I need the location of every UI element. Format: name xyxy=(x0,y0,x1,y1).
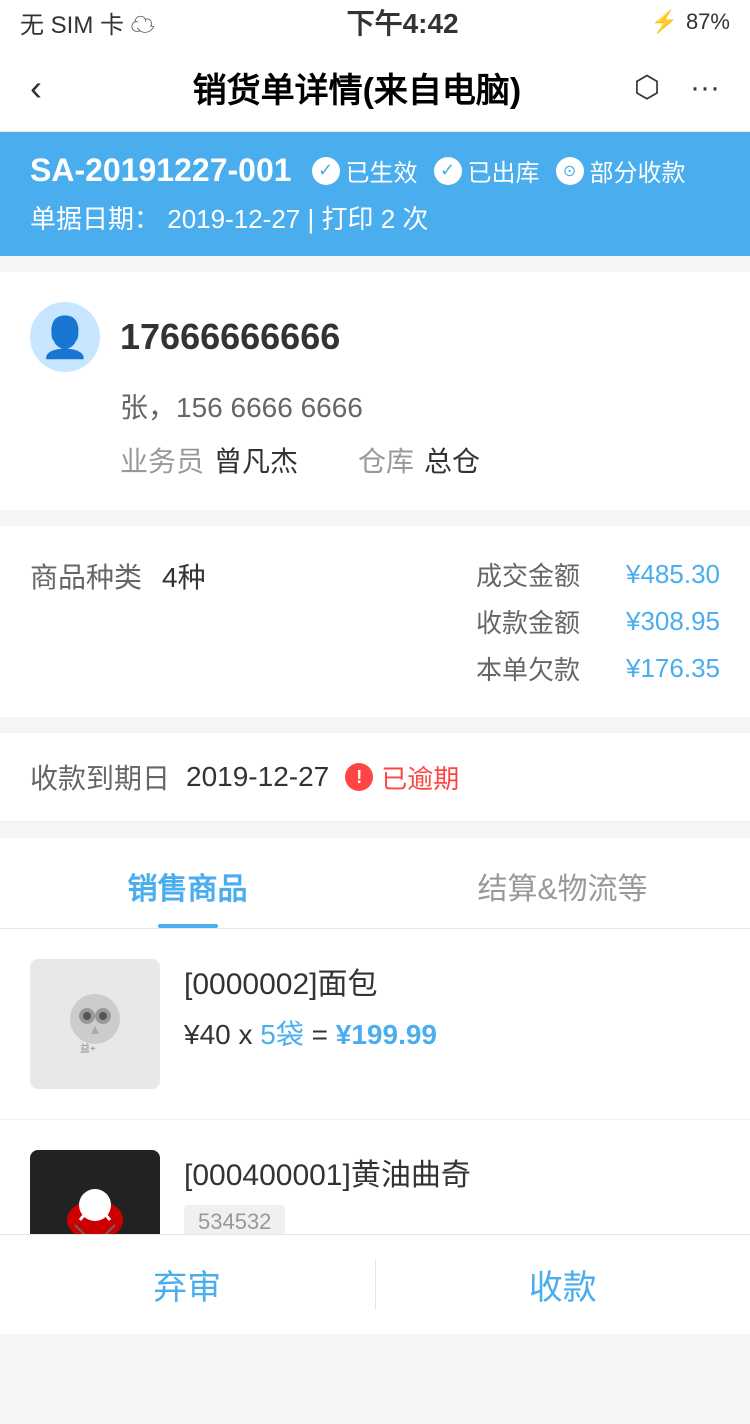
customer-row: 👤 17666666666 xyxy=(30,302,720,372)
debt-amount-row: 本单欠款 ¥176.35 xyxy=(476,650,720,687)
deal-amount-row: 成交金额 ¥485.30 xyxy=(476,556,720,593)
nav-bar: ‹ 销货单详情(来自电脑) ⬡ ··· xyxy=(0,44,750,132)
product-item-1: 益+ [0000002]面包 ¥40 x 5袋 = ¥199.99 xyxy=(0,929,750,1120)
product-image-owl: 益+ xyxy=(55,984,135,1064)
financial-stats: 成交金额 ¥485.30 收款金额 ¥308.95 本单欠款 ¥176.35 xyxy=(476,556,720,687)
received-amount-value: ¥308.95 xyxy=(600,606,720,637)
badge-shipped: ✓ 已出库 xyxy=(434,153,540,188)
customer-detail: 张，156 6666 6666 xyxy=(120,386,720,426)
share-icon[interactable]: ⬡ xyxy=(634,70,660,105)
overdue-icon: ! xyxy=(345,763,373,791)
tabs-row: 销售商品 结算&物流等 xyxy=(0,838,750,929)
overdue-text: 已逾期 xyxy=(381,759,459,796)
price-eq-1: = xyxy=(312,1019,336,1050)
separator: | xyxy=(307,204,321,234)
battery-level: 87% xyxy=(686,9,730,35)
debt-amount-label: 本单欠款 xyxy=(476,650,580,687)
order-id: SA-20191227-001 xyxy=(30,152,292,189)
tab-products-label: 销售商品 xyxy=(128,873,248,906)
due-date-value: 2019-12-27 xyxy=(186,761,329,793)
badge-partial: ⊙ 部分收款 xyxy=(556,153,686,188)
status-badges: ✓ 已生效 ✓ 已出库 ⊙ 部分收款 xyxy=(312,153,686,188)
warehouse-label: 仓库 xyxy=(358,440,414,480)
overdue-badge: ! 已逾期 xyxy=(345,759,459,796)
product-price-1: ¥40 x 5袋 = ¥199.99 xyxy=(184,1013,720,1053)
warehouse-item: 仓库 总仓 xyxy=(358,440,480,480)
tab-settlement[interactable]: 结算&物流等 xyxy=(375,838,750,928)
price-base-1: ¥40 x xyxy=(184,1019,260,1050)
salesperson-item: 业务员 曾凡杰 xyxy=(120,440,298,480)
user-icon: 👤 xyxy=(40,314,90,361)
types-value: 4种 xyxy=(162,556,206,596)
nav-actions: ⬡ ··· xyxy=(634,70,720,105)
order-header-row1: SA-20191227-001 ✓ 已生效 ✓ 已出库 ⊙ 部分收款 xyxy=(30,152,720,189)
back-button[interactable]: ‹ xyxy=(30,67,80,109)
badge-active: ✓ 已生效 xyxy=(312,153,418,188)
tab-products[interactable]: 销售商品 xyxy=(0,838,375,928)
tab-settlement-label: 结算&物流等 xyxy=(477,873,647,906)
product-thumb-1: 益+ xyxy=(30,959,160,1089)
product-name-1: [0000002]面包 xyxy=(184,959,720,1003)
battery-icon: ⚡ xyxy=(651,9,678,35)
price-qty-1: 5袋 xyxy=(260,1019,304,1050)
svg-text:益+: 益+ xyxy=(80,1042,96,1055)
received-amount-label: 收款金额 xyxy=(476,603,580,640)
status-left: 无 SIM 卡 ☁ xyxy=(20,5,155,40)
bottom-bar: 弃审 收款 xyxy=(0,1234,750,1334)
received-amount-row: 收款金额 ¥308.95 xyxy=(476,603,720,640)
avatar: 👤 xyxy=(30,302,100,372)
types-label: 商品种类 xyxy=(30,556,142,596)
product-name-2: [000400001]黄油曲奇 xyxy=(184,1150,720,1194)
deal-amount-value: ¥485.30 xyxy=(600,559,720,590)
product-info-1: [0000002]面包 ¥40 x 5袋 = ¥199.99 xyxy=(184,959,720,1053)
status-right: ⚡ 87% xyxy=(651,9,730,35)
debt-amount-value: ¥176.35 xyxy=(600,653,720,684)
stats-section: 商品种类 4种 成交金额 ¥485.30 收款金额 ¥308.95 本单欠款 ¥… xyxy=(0,526,750,717)
cancel-button[interactable]: 弃审 xyxy=(0,1240,375,1329)
price-total-1: ¥199.99 xyxy=(336,1019,437,1050)
more-icon[interactable]: ··· xyxy=(690,71,720,105)
page-title: 销货单详情(来自电脑) xyxy=(80,63,634,112)
customer-meta: 业务员 曾凡杰 仓库 总仓 xyxy=(120,440,720,480)
clock-icon-partial: ⊙ xyxy=(556,157,584,185)
order-date: 2019-12-27 xyxy=(167,204,300,234)
status-time: 下午4:42 xyxy=(347,2,459,42)
check-icon-active: ✓ xyxy=(312,157,340,185)
status-bar: 无 SIM 卡 ☁ 下午4:42 ⚡ 87% xyxy=(0,0,750,44)
customer-section: 👤 17666666666 张，156 6666 6666 业务员 曾凡杰 仓库… xyxy=(0,272,750,510)
check-icon-shipped: ✓ xyxy=(434,157,462,185)
signal-text: 无 SIM 卡 ☁ xyxy=(20,5,155,40)
salesperson-label: 业务员 xyxy=(120,440,204,480)
salesperson-value: 曾凡杰 xyxy=(214,440,298,480)
due-section: 收款到期日 2019-12-27 ! 已逾期 xyxy=(0,733,750,822)
due-label: 收款到期日 xyxy=(30,757,170,797)
order-date-row: 单据日期： 2019-12-27 | 打印 2 次 xyxy=(30,199,720,236)
warehouse-value: 总仓 xyxy=(424,440,480,480)
badge-shipped-label: 已出库 xyxy=(468,153,540,188)
confirm-button[interactable]: 收款 xyxy=(376,1240,750,1329)
print-info: 打印 2 次 xyxy=(321,204,428,234)
deal-amount-label: 成交金额 xyxy=(476,556,580,593)
badge-partial-label: 部分收款 xyxy=(590,153,686,188)
order-header: SA-20191227-001 ✓ 已生效 ✓ 已出库 ⊙ 部分收款 单据日期：… xyxy=(0,132,750,256)
customer-id: 17666666666 xyxy=(120,316,340,358)
date-label: 单据日期： xyxy=(30,204,160,234)
product-types: 商品种类 4种 xyxy=(30,556,206,596)
badge-active-label: 已生效 xyxy=(346,153,418,188)
